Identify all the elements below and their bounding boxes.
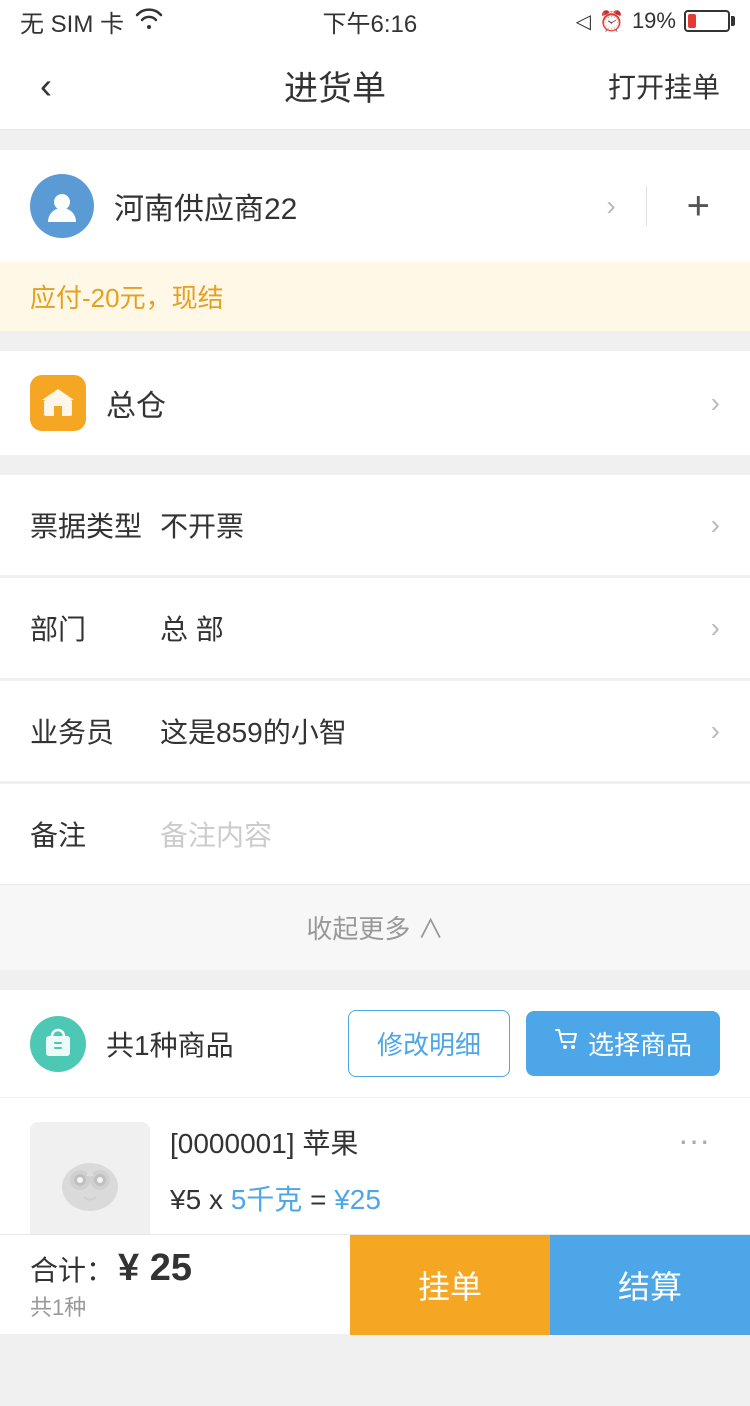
warehouse-chevron-icon: › — [711, 387, 720, 419]
vertical-divider — [646, 186, 647, 226]
total-sub: 共1种 — [30, 1290, 320, 1322]
location-icon: ◁ — [576, 9, 591, 34]
alarm-icon: ⏰ — [599, 9, 624, 34]
edit-detail-button[interactable]: 修改明细 — [348, 1010, 510, 1077]
open-hang-button[interactable]: 打开挂单 — [608, 66, 720, 106]
hang-button[interactable]: 挂单 — [350, 1235, 550, 1335]
section-gap-4 — [0, 970, 750, 990]
nav-bar: ‹ 进货单 打开挂单 — [0, 42, 750, 130]
battery-percent: 19% — [632, 8, 676, 34]
department-chevron-icon: › — [711, 612, 720, 644]
department-row[interactable]: 部门 总 部 › — [0, 578, 750, 679]
remark-row[interactable]: 备注 备注内容 — [0, 784, 750, 884]
select-product-label: 选择商品 — [588, 1025, 692, 1062]
section-gap-2 — [0, 331, 750, 351]
salesman-row[interactable]: 业务员 这是859的小智 › — [0, 681, 750, 782]
status-right: ◁ ⏰ 19% — [576, 8, 730, 34]
supplier-section: 河南供应商22 › + 应付-20元，现结 — [0, 150, 750, 331]
status-bar: 无 SIM 卡 下午6:16 ◁ ⏰ 19% — [0, 0, 750, 42]
status-left: 无 SIM 卡 — [20, 4, 164, 39]
supplier-name: 河南供应商22 — [114, 184, 606, 228]
supplier-chevron-icon: › — [606, 190, 615, 222]
product-icon — [30, 1016, 86, 1072]
total-amount: ¥ 25 — [118, 1247, 192, 1290]
supplier-avatar — [30, 174, 94, 238]
more-options-button[interactable]: ··· — [668, 1122, 720, 1159]
carrier-text: 无 SIM 卡 — [20, 4, 124, 39]
section-gap-1 — [0, 130, 750, 150]
wifi-icon — [134, 7, 164, 36]
collapse-bar[interactable]: 收起更多 ∧ — [0, 884, 750, 970]
invoice-chevron-icon: › — [711, 509, 720, 541]
department-label: 部门 — [30, 608, 150, 648]
section-gap-3 — [0, 455, 750, 475]
form-section: 票据类型 不开票 › 部门 总 部 › 业务员 这是859的小智 › 备注 备注… — [0, 475, 750, 884]
back-button[interactable]: ‹ — [30, 55, 62, 117]
supplier-row[interactable]: 河南供应商22 › + — [0, 150, 750, 262]
footer-total: 合计： ¥ 25 共1种 — [0, 1247, 350, 1322]
battery-fill — [688, 14, 696, 28]
invoice-label: 票据类型 — [30, 505, 150, 545]
total-label: 合计： — [30, 1249, 114, 1289]
warehouse-icon — [30, 375, 86, 431]
product-name: [0000001] 苹果 — [170, 1122, 668, 1162]
page-title: 进货单 — [284, 61, 386, 110]
product-total: ¥25 — [334, 1184, 381, 1215]
add-button[interactable]: + — [677, 184, 720, 229]
footer: 合计： ¥ 25 共1种 挂单 结算 — [0, 1234, 750, 1334]
product-quantity: 5千克 — [231, 1184, 303, 1215]
battery-icon — [684, 10, 730, 32]
product-info: [0000001] 苹果 ¥5 x 5千克 = ¥25 — [170, 1122, 668, 1218]
salesman-label: 业务员 — [30, 711, 150, 751]
remark-input[interactable]: 备注内容 — [150, 814, 720, 854]
department-value: 总 部 — [150, 608, 711, 648]
product-thumbnail — [30, 1122, 150, 1242]
invoice-value: 不开票 — [150, 505, 711, 545]
warehouse-name: 总仓 — [106, 381, 711, 425]
cart-icon — [554, 1027, 580, 1060]
product-header: 共1种商品 修改明细 选择商品 — [0, 990, 750, 1097]
remark-label: 备注 — [30, 814, 150, 854]
invoice-row[interactable]: 票据类型 不开票 › — [0, 475, 750, 576]
content-wrap: 河南供应商22 › + 应付-20元，现结 总仓 › 票据类型 不开 — [0, 130, 750, 1406]
product-count: 共1种商品 — [106, 1024, 348, 1064]
checkout-button[interactable]: 结算 — [550, 1235, 750, 1335]
notice-bar: 应付-20元，现结 — [0, 262, 750, 331]
status-time: 下午6:16 — [322, 4, 417, 39]
warehouse-section: 总仓 › — [0, 351, 750, 455]
salesman-value: 这是859的小智 — [150, 711, 711, 751]
warehouse-row[interactable]: 总仓 › — [0, 351, 750, 455]
select-product-button[interactable]: 选择商品 — [526, 1011, 720, 1076]
product-price: ¥5 x 5千克 = ¥25 — [170, 1178, 668, 1218]
salesman-chevron-icon: › — [711, 715, 720, 747]
